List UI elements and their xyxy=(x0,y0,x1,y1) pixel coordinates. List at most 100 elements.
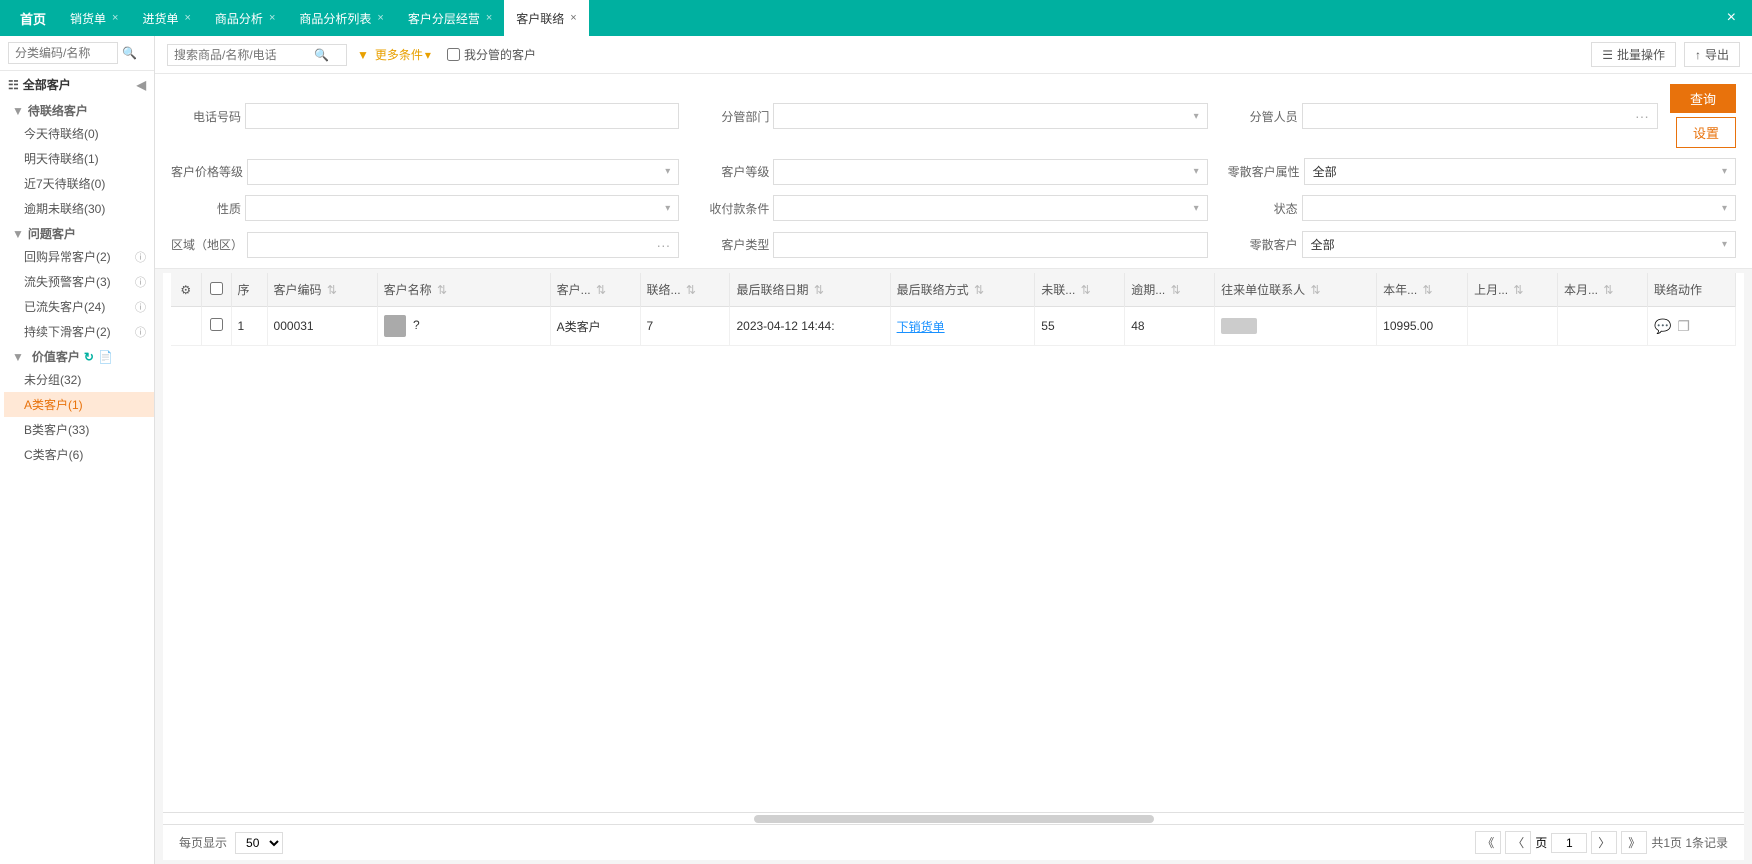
col-year-amount: 本年... ⇅ xyxy=(1377,273,1468,307)
filter-dept-select[interactable]: ▾ xyxy=(773,103,1207,129)
filter-status-label: 状态 xyxy=(1228,200,1298,217)
sort-type-icon[interactable]: ⇅ xyxy=(596,283,606,297)
prev-page-button[interactable]: 〈 xyxy=(1505,831,1531,854)
nav-item-home[interactable]: 首页 xyxy=(8,0,58,36)
last-method-link[interactable]: 下销货单 xyxy=(897,320,945,334)
sidebar-item-lost[interactable]: 已流失客户(24) ⓘ xyxy=(4,294,154,319)
sort-uncontacted-icon[interactable]: ⇅ xyxy=(1081,283,1091,297)
query-button[interactable]: 查询 xyxy=(1670,84,1736,113)
sidebar: 🔍 ☷ 全部客户 ◀ ▼ 待联络客户 今天待联络(0) 明天待联络(1) xyxy=(0,36,155,864)
first-page-button[interactable]: 《 xyxy=(1475,831,1501,854)
nav-item-purchase[interactable]: 进货单 × xyxy=(130,0,202,36)
close-all-button[interactable]: × xyxy=(1719,9,1744,27)
nav-item-customer-layer[interactable]: 客户分层经营 × xyxy=(396,0,504,36)
sidebar-search-input[interactable] xyxy=(8,42,118,64)
sidebar-item-declining[interactable]: 持续下滑客户(2) ⓘ xyxy=(4,319,154,344)
filter-region-select[interactable]: ··· xyxy=(247,232,679,258)
sidebar-item-tomorrow-contact[interactable]: 明天待联络(1) xyxy=(4,146,154,171)
sort-contact-icon[interactable]: ⇅ xyxy=(686,283,696,297)
col-name: 客户名称 ⇅ xyxy=(377,273,550,307)
sidebar-item-week-contact[interactable]: 近7天待联络(0) xyxy=(4,171,154,196)
close-customer-layer-icon[interactable]: × xyxy=(486,12,492,24)
sidebar-item-loss-warning[interactable]: 流失预警客户(3) ⓘ xyxy=(4,269,154,294)
sort-name-icon[interactable]: ⇅ xyxy=(437,283,447,297)
filter-customer-type: 客户类型 xyxy=(699,231,1207,258)
value-refresh-icon[interactable]: ↻ xyxy=(84,350,94,364)
my-customer-checkbox[interactable] xyxy=(447,48,460,61)
row-this-month xyxy=(1558,307,1648,346)
sidebar-item-c-class[interactable]: C类客户(6) xyxy=(4,442,154,467)
filter-retail-attr-select[interactable]: 全部 ▾ xyxy=(1304,158,1736,185)
close-sales-icon[interactable]: × xyxy=(112,12,118,24)
page-number-input[interactable] xyxy=(1551,833,1587,853)
sort-overdue-icon[interactable]: ⇅ xyxy=(1171,283,1181,297)
sort-last-month-icon[interactable]: ⇅ xyxy=(1513,283,1523,297)
filter-price-select[interactable]: ▾ xyxy=(247,159,679,185)
batch-op-button[interactable]: ☰ 批量操作 xyxy=(1591,42,1676,67)
filter-actions: ☰ 批量操作 ↑ 导出 xyxy=(1591,42,1740,67)
row-checkbox[interactable] xyxy=(210,318,223,331)
sidebar-all-customers[interactable]: ☷ 全部客户 ◀ xyxy=(0,71,154,98)
filter-search-input[interactable] xyxy=(174,48,314,62)
next-page-button[interactable]: 〉 xyxy=(1591,831,1617,854)
sort-contact-person-icon[interactable]: ⇅ xyxy=(1311,283,1321,297)
close-goods-analysis-icon[interactable]: × xyxy=(269,12,275,24)
value-settings-icon[interactable]: 📄 xyxy=(98,350,113,364)
last-page-button[interactable]: 》 xyxy=(1621,831,1647,854)
sidebar-item-today-contact[interactable]: 今天待联络(0) xyxy=(4,121,154,146)
filter-dept: 分管部门 ▾ xyxy=(699,84,1207,148)
more-filter-button[interactable]: ▼ 更多条件 ▾ xyxy=(357,46,435,63)
settings-button[interactable]: 设置 xyxy=(1676,117,1736,148)
filter-customer-level-select[interactable]: ▾ xyxy=(773,159,1207,185)
filter-customer-type-input[interactable] xyxy=(773,232,1207,258)
page-size-label: 每页显示 xyxy=(179,834,227,851)
export-button[interactable]: ↑ 导出 xyxy=(1684,42,1740,67)
sidebar-collapse-icon[interactable]: ◀ xyxy=(137,78,146,92)
close-purchase-icon[interactable]: × xyxy=(184,12,190,24)
col-uncontacted: 未联... ⇅ xyxy=(1035,273,1125,307)
col-type: 客户... ⇅ xyxy=(550,273,640,307)
filter-nature-select[interactable]: ▾ xyxy=(245,195,679,221)
table-settings-icon[interactable]: ⚙ xyxy=(180,283,191,297)
filter-search-icon[interactable]: 🔍 xyxy=(314,48,329,62)
value-customers-group: 未分组(32) A类客户(1) B类客户(33) C类客户(6) xyxy=(0,367,154,467)
close-goods-list-icon[interactable]: × xyxy=(377,12,383,24)
sidebar-item-b-class[interactable]: B类客户(33) xyxy=(4,417,154,442)
more-filter-arrow-icon: ▾ xyxy=(425,48,431,62)
filter-phone-input[interactable] xyxy=(245,103,679,129)
sort-this-month-icon[interactable]: ⇅ xyxy=(1603,283,1613,297)
row-last-date: 2023-04-12 14:44: xyxy=(730,307,890,346)
nav-item-sales[interactable]: 销货单 × xyxy=(58,0,130,36)
filter-retail-customer-select[interactable]: 全部 ▾ xyxy=(1302,231,1736,258)
chat-action-icon[interactable]: 💬 xyxy=(1654,318,1671,335)
filter-manager-select[interactable]: ··· xyxy=(1302,103,1658,129)
row-contact-person xyxy=(1215,307,1377,346)
row-uncontacted: 55 xyxy=(1035,307,1125,346)
filter-payment-select[interactable]: ▾ xyxy=(773,195,1207,221)
sort-code-icon[interactable]: ⇅ xyxy=(327,283,337,297)
nav-item-goods-list[interactable]: 商品分析列表 × xyxy=(287,0,395,36)
filter-status-select[interactable]: ▾ xyxy=(1302,195,1736,221)
filter-price-level: 客户价格等级 ▾ xyxy=(171,158,679,185)
close-customer-contact-icon[interactable]: × xyxy=(570,12,576,24)
pending-arrow-icon: ▼ xyxy=(12,104,24,118)
info-icon-repurchase: ⓘ xyxy=(135,249,146,265)
sort-last-date-icon[interactable]: ⇅ xyxy=(814,283,824,297)
nav-item-customer-contact[interactable]: 客户联络 × xyxy=(504,0,588,36)
select-all-checkbox[interactable] xyxy=(210,282,223,295)
sidebar-item-overdue-contact[interactable]: 逾期未联络(30) xyxy=(4,196,154,221)
problem-customers-group: 回购异常客户(2) ⓘ 流失预警客户(3) ⓘ 已流失客户(24) ⓘ 持续下滑… xyxy=(0,244,154,344)
filter-bar: 🔍 ▼ 更多条件 ▾ 我分管的客户 ☰ 批量操作 xyxy=(155,36,1752,74)
sidebar-item-ungrouped[interactable]: 未分组(32) xyxy=(4,367,154,392)
page-size-select[interactable]: 50 xyxy=(235,832,283,854)
sidebar-item-a-class[interactable]: A类客户(1) xyxy=(4,392,154,417)
page-label: 页 xyxy=(1535,834,1547,851)
sort-last-method-icon[interactable]: ⇅ xyxy=(974,283,984,297)
horizontal-scrollbar-thumb[interactable] xyxy=(754,815,1154,823)
grid-action-icon[interactable]: ❐ xyxy=(1677,318,1690,335)
sort-year-amount-icon[interactable]: ⇅ xyxy=(1423,283,1433,297)
sidebar-item-repurchase-abnormal[interactable]: 回购异常客户(2) ⓘ xyxy=(4,244,154,269)
filter-nature-label: 性质 xyxy=(171,200,241,217)
sidebar-search-icon[interactable]: 🔍 xyxy=(122,46,137,60)
nav-item-goods-analysis[interactable]: 商品分析 × xyxy=(203,0,287,36)
